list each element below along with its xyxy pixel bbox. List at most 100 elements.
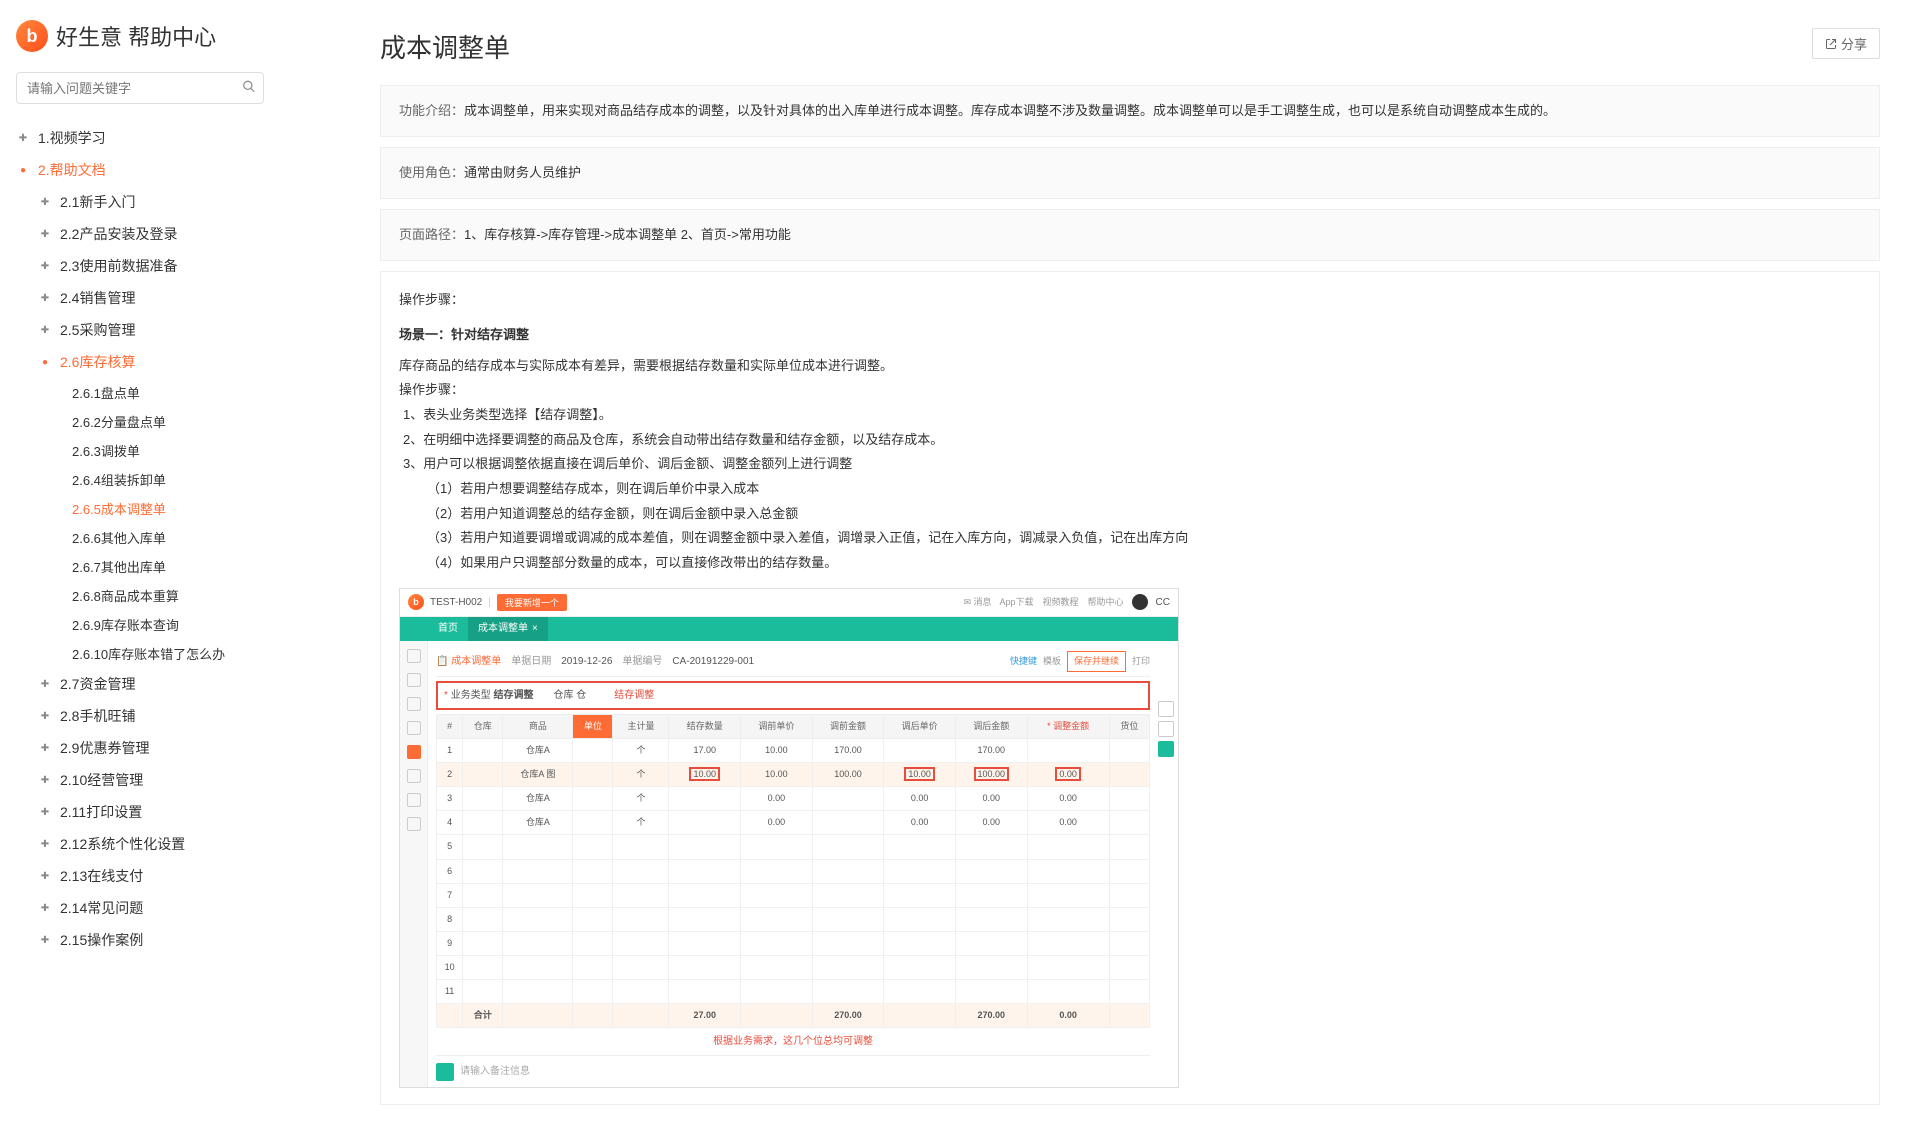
nav-2-9[interactable]: ✚2.9优惠券管理 <box>38 732 264 764</box>
nav-2-14[interactable]: ✚2.14常见问题 <box>38 892 264 924</box>
nav-2-6-2[interactable]: 2.6.2分量盘点单 <box>72 407 264 436</box>
print-button[interactable]: 打印 <box>1132 653 1150 670</box>
sum-cell: 270.00 <box>812 1004 884 1028</box>
table-cell <box>503 955 573 979</box>
mock-footer: 请输入备注信息 <box>436 1055 1150 1081</box>
rail-icon[interactable] <box>407 649 421 663</box>
side-icon[interactable] <box>1158 741 1174 757</box>
search-input[interactable] <box>16 72 264 104</box>
nav-2-3[interactable]: ✚2.3使用前数据准备 <box>38 250 264 282</box>
table-cell <box>884 955 956 979</box>
info-label: 页面路径： <box>399 227 464 242</box>
table-cell <box>463 883 503 907</box>
table-cell <box>741 835 813 859</box>
nav-2-2[interactable]: ✚2.2产品安装及登录 <box>38 218 264 250</box>
sum-cell <box>1109 1004 1149 1028</box>
quick-link[interactable]: 快捷键 <box>1010 653 1037 670</box>
nav-2-10[interactable]: ✚2.10经营管理 <box>38 764 264 796</box>
nav-2-6-10[interactable]: 2.6.10库存账本错了怎么办 <box>72 639 264 668</box>
filter-label: 业务类型 <box>451 690 491 701</box>
table-cell <box>463 979 503 1003</box>
close-icon[interactable]: × <box>532 619 538 638</box>
side-icon[interactable] <box>1158 721 1174 737</box>
table-cell <box>613 907 669 931</box>
nav-2-7[interactable]: ✚2.7资金管理 <box>38 668 264 700</box>
table-cell <box>669 931 741 955</box>
table-cell: 5 <box>437 835 463 859</box>
nav-2-6-5[interactable]: 2.6.5成本调整单 <box>72 494 264 523</box>
share-icon <box>1825 38 1837 50</box>
col-header: 货位 <box>1109 714 1149 738</box>
table-cell <box>669 883 741 907</box>
nav-2-6-7[interactable]: 2.6.7其他出库单 <box>72 552 264 581</box>
mock-filters: * 业务类型 结存调整 仓库 仓 结存调整 <box>436 681 1150 710</box>
nav-2-6-3[interactable]: 2.6.3调拨单 <box>72 436 264 465</box>
nav-2-4[interactable]: ✚2.4销售管理 <box>38 282 264 314</box>
rail-icon[interactable] <box>407 673 421 687</box>
tab-home[interactable]: 首页 <box>428 617 468 641</box>
table-cell: 10.00 <box>669 763 741 787</box>
table-cell: 10.00 <box>741 763 813 787</box>
avatar <box>1132 594 1148 610</box>
rail-icon-active[interactable] <box>407 745 421 759</box>
table-cell <box>1109 979 1149 1003</box>
step-3: 3、用户可以根据调整依据直接在调后单价、调后金额、调整金额列上进行调整 <box>403 452 1861 477</box>
nav-2-5[interactable]: ✚2.5采购管理 <box>38 314 264 346</box>
save-cont-button[interactable]: 保存并继续 <box>1067 651 1126 672</box>
nav-label: 1.视频学习 <box>38 128 106 148</box>
filter-value: 结存调整 <box>493 690 533 701</box>
search-icon[interactable] <box>242 80 256 97</box>
nav-2-6-1[interactable]: 2.6.1盘点单 <box>72 378 264 407</box>
rail-icon[interactable] <box>407 817 421 831</box>
nav-2-15[interactable]: ✚2.15操作案例 <box>38 924 264 956</box>
mock-top-links: App下载 视频教程 帮助中心 <box>1000 594 1124 611</box>
table-cell: 0.00 <box>884 811 956 835</box>
tab-cost-adjust[interactable]: 成本调整单 × <box>468 617 548 641</box>
nav-2-6-8[interactable]: 2.6.8商品成本重算 <box>72 581 264 610</box>
nav-2-6-6[interactable]: 2.6.6其他入库单 <box>72 523 264 552</box>
rail-icon[interactable] <box>407 697 421 711</box>
table-row: 2仓库A 图个10.0010.00100.0010.00100.000.00 <box>437 763 1150 787</box>
table-cell <box>812 907 884 931</box>
mock-new-button[interactable]: 我要新增一个 <box>497 594 567 611</box>
nav-2-11[interactable]: ✚ 2.11打印设置 <box>38 796 264 828</box>
nav-2-8[interactable]: ✚2.8手机旺铺 <box>38 700 264 732</box>
plus-icon: ✚ <box>38 837 52 851</box>
plus-icon: ✚ <box>16 131 30 145</box>
rail-icon[interactable] <box>407 721 421 735</box>
nav-2-12[interactable]: ✚2.12系统个性化设置 <box>38 828 264 860</box>
nav-2-1[interactable]: ✚2.1新手入门 <box>38 186 264 218</box>
side-icon[interactable] <box>1158 701 1174 717</box>
table-cell <box>463 787 503 811</box>
col-header: 结存数量 <box>669 714 741 738</box>
table-cell <box>741 931 813 955</box>
table-cell: 0.00 <box>955 811 1027 835</box>
nav-2-6-9[interactable]: 2.6.9库存账本查询 <box>72 610 264 639</box>
col-header: 调前单价 <box>741 714 813 738</box>
nav-video[interactable]: ✚ 1.视频学习 <box>16 122 264 154</box>
rail-icon[interactable] <box>407 793 421 807</box>
template-link[interactable]: 模板 <box>1043 653 1061 670</box>
plus-icon: ✚ <box>38 741 52 755</box>
table-cell <box>669 979 741 1003</box>
nav-2-6[interactable]: ●2.6库存核算 <box>38 346 264 378</box>
sum-cell: 270.00 <box>955 1004 1027 1028</box>
table-cell: 仓库A <box>503 739 573 763</box>
col-header: 商品 <box>503 714 573 738</box>
share-button[interactable]: 分享 <box>1812 28 1880 59</box>
table-cell: 0.00 <box>741 787 813 811</box>
table-cell <box>573 835 613 859</box>
rail-icon[interactable] <box>407 769 421 783</box>
minus-icon: ● <box>38 355 52 369</box>
table-cell <box>573 979 613 1003</box>
step-3-3: （3）若用户知道要调增或调减的成本差值，则在调整金额中录入差值，调增录入正值，记… <box>427 526 1861 551</box>
nav-2-13[interactable]: ✚2.13在线支付 <box>38 860 264 892</box>
nav-2-6-4[interactable]: 2.6.4组装拆卸单 <box>72 465 264 494</box>
table-cell <box>573 859 613 883</box>
nav-label: 2.11打印设置 <box>60 802 142 822</box>
nav-docs[interactable]: ●2.帮助文档 <box>16 154 264 186</box>
table-cell <box>812 979 884 1003</box>
tab-label: 成本调整单 <box>478 619 528 638</box>
plus-icon: ✚ <box>38 773 52 787</box>
plus-icon: ✚ <box>38 805 52 819</box>
